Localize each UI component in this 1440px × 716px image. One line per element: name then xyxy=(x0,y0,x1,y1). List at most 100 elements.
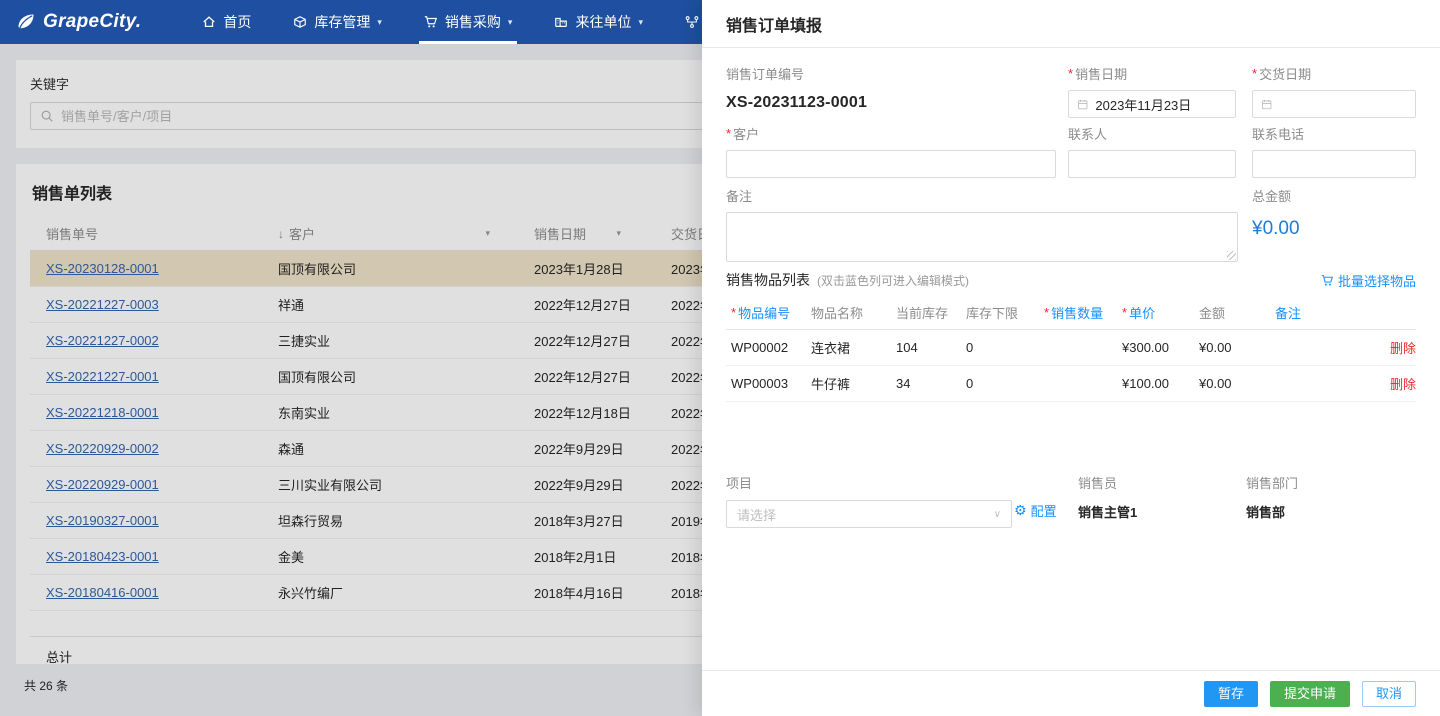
workflow-icon xyxy=(685,16,699,28)
sale-date-field: * 销售日期 xyxy=(1068,64,1236,118)
chevron-down-icon: ∨ xyxy=(993,508,1001,520)
delivery-date-input-wrapper xyxy=(1252,90,1416,118)
order-no-field: 销售订单编号 XS-20231123-0001 xyxy=(726,64,1056,112)
required-asterisk: * xyxy=(1068,66,1074,81)
drawer-footer: 暂存 提交申请 取消 xyxy=(702,670,1440,716)
customer-input[interactable] xyxy=(735,156,1047,172)
total-amount-value: ¥0.00 xyxy=(1252,218,1300,239)
item-price-cell[interactable]: ¥100.00 xyxy=(1122,376,1199,391)
salesperson-label: 销售员 xyxy=(1078,476,1118,491)
total-amount-label: 总金额 xyxy=(1252,189,1292,204)
batch-select-items-link[interactable]: 批量选择物品 xyxy=(1321,271,1416,290)
calendar-icon xyxy=(1261,99,1272,109)
item-row[interactable]: WP00003 牛仔裤 34 0 ¥100.00 ¥0.00 删除 xyxy=(726,366,1416,402)
items-header-row: * 物品编号 物品名称 当前库存 库存下限 * 销售数量 * 单价 金额 备注 xyxy=(726,296,1416,330)
phone-field: 联系电话 xyxy=(1252,124,1416,178)
customer-field: * 客户 xyxy=(726,124,1056,178)
item-col-price: * 单价 xyxy=(1122,305,1156,321)
order-no-value: XS-20231123-0001 xyxy=(726,94,868,111)
order-form-drawer: 销售订单填报 销售订单编号 XS-20231123-0001 * 销售日期 * … xyxy=(702,0,1440,716)
drawer-header: 销售订单填报 xyxy=(702,0,1440,48)
nav-item-label: 库存管理 xyxy=(314,14,371,30)
nav-item-label: 首页 xyxy=(223,14,252,30)
items-section-header: 销售物品列表 (双击蓝色列可进入编辑模式) 批量选择物品 xyxy=(726,270,1416,290)
home-icon xyxy=(203,16,216,28)
delivery-date-input[interactable] xyxy=(1279,96,1407,112)
required-asterisk: * xyxy=(731,305,737,320)
nav-item-partners[interactable]: 来往单位 ▾ xyxy=(533,0,664,44)
submit-button[interactable]: 提交申请 xyxy=(1269,680,1350,707)
delete-item-link[interactable]: 删除 xyxy=(1372,374,1416,393)
required-asterisk: * xyxy=(1044,305,1050,320)
order-no-label: 销售订单编号 xyxy=(726,67,805,82)
delivery-date-label: * 交货日期 xyxy=(1252,66,1312,82)
contact-field: 联系人 xyxy=(1068,124,1236,178)
items-hint: (双击蓝色列可进入编辑模式) xyxy=(817,273,969,288)
project-config-link[interactable]: ⚙ 配置 xyxy=(1014,501,1057,520)
phone-input[interactable] xyxy=(1261,156,1407,172)
item-min-stock-cell: 0 xyxy=(966,376,974,391)
nav-item-sales-purchase[interactable]: 销售采购 ▾ xyxy=(403,0,534,44)
delete-item-link[interactable]: 删除 xyxy=(1372,338,1416,357)
remark-textarea[interactable] xyxy=(727,213,1237,261)
item-col-name: 物品名称 xyxy=(811,306,864,321)
customer-input-wrapper xyxy=(726,150,1056,178)
item-stock-cell: 104 xyxy=(896,340,918,355)
item-col-code: * 物品编号 xyxy=(731,305,791,321)
remark-label: 备注 xyxy=(726,189,753,204)
chevron-down-icon: ▾ xyxy=(377,16,382,27)
cancel-button[interactable]: 取消 xyxy=(1361,680,1416,707)
delivery-date-field: * 交货日期 xyxy=(1252,64,1416,118)
cart-icon xyxy=(1321,274,1334,286)
sale-date-input[interactable] xyxy=(1095,96,1227,112)
item-price-cell[interactable]: ¥300.00 xyxy=(1122,340,1199,355)
cart-icon xyxy=(424,16,437,28)
nav-item-inventory[interactable]: 库存管理 ▾ xyxy=(272,0,403,44)
brand-leaf-icon xyxy=(18,14,34,29)
drawer-title: 销售订单填报 xyxy=(726,17,823,35)
brand-name: GrapeCity. xyxy=(43,11,142,32)
item-col-remark: 备注 xyxy=(1275,306,1302,321)
item-amount-cell: ¥0.00 xyxy=(1199,376,1232,391)
nav-item-home[interactable]: 首页 xyxy=(181,0,272,44)
save-draft-button[interactable]: 暂存 xyxy=(1203,680,1258,707)
sale-date-label: * 销售日期 xyxy=(1068,66,1128,82)
chevron-down-icon: ▾ xyxy=(507,16,513,27)
chevron-down-icon: ▾ xyxy=(638,16,643,27)
item-name-cell: 连衣裙 xyxy=(811,341,851,356)
project-select[interactable]: 请选择 ∨ xyxy=(726,500,1012,528)
department-label: 销售部门 xyxy=(1246,476,1299,491)
nav-item-label: 来往单位 xyxy=(575,14,632,30)
contact-input[interactable] xyxy=(1077,156,1227,172)
phone-label: 联系电话 xyxy=(1252,127,1305,142)
nav-item-label: 销售采购 xyxy=(444,14,501,30)
item-min-stock-cell: 0 xyxy=(966,340,974,355)
salesperson-value: 销售主管1 xyxy=(1078,505,1138,520)
department-value: 销售部 xyxy=(1246,505,1286,520)
customer-label: * 客户 xyxy=(726,126,760,142)
total-amount-field: 总金额 ¥0.00 xyxy=(1252,186,1416,240)
sale-date-input-wrapper xyxy=(1068,90,1236,118)
contact-label: 联系人 xyxy=(1068,127,1108,142)
item-code-cell[interactable]: WP00002 xyxy=(731,340,811,355)
contact-input-wrapper xyxy=(1068,150,1236,178)
brand-logo[interactable]: GrapeCity. xyxy=(16,11,141,33)
item-name-cell: 牛仔裤 xyxy=(811,377,851,392)
item-code-cell[interactable]: WP00003 xyxy=(731,376,811,391)
item-col-amount: 金额 xyxy=(1199,306,1226,321)
required-asterisk: * xyxy=(726,126,732,141)
required-asterisk: * xyxy=(1122,305,1128,320)
salesperson-field: 销售员 销售主管1 xyxy=(1078,473,1137,521)
project-label: 项目 xyxy=(726,476,753,491)
remark-field: 备注 xyxy=(726,186,1238,262)
phone-input-wrapper xyxy=(1252,150,1416,178)
required-asterisk: * xyxy=(1252,66,1258,81)
items-title: 销售物品列表 xyxy=(726,272,810,288)
calendar-icon xyxy=(1077,99,1088,109)
gear-icon: ⚙ xyxy=(1014,502,1027,518)
project-field: 项目 请选择 ∨ xyxy=(726,473,1012,528)
remark-textarea-wrapper xyxy=(726,212,1238,262)
item-row[interactable]: WP00002 连衣裙 104 0 ¥300.00 ¥0.00 删除 xyxy=(726,330,1416,366)
item-col-qty: * 销售数量 xyxy=(1044,305,1104,321)
partners-icon xyxy=(555,17,568,27)
